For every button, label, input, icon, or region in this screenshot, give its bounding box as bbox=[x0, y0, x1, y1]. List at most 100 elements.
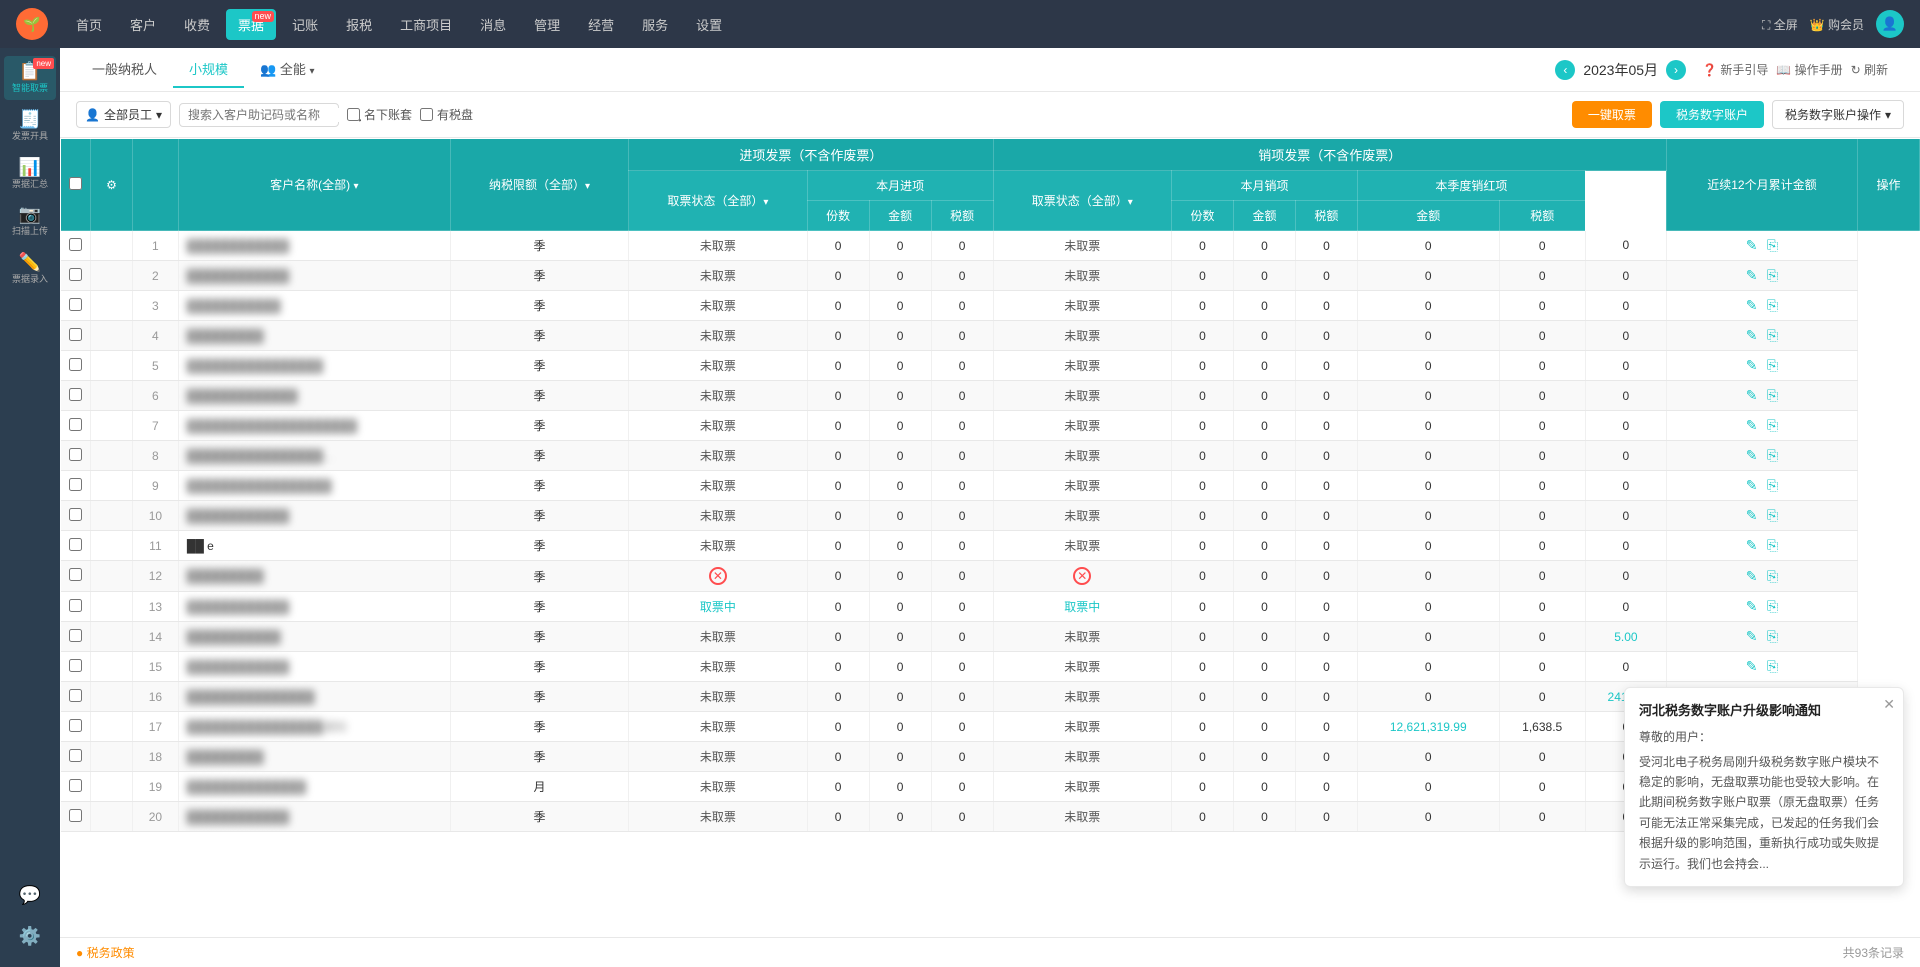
nav-item-tax[interactable]: 报税 bbox=[334, 9, 384, 40]
one-click-fetch-btn[interactable]: 一键取票 bbox=[1572, 101, 1652, 128]
copy-btn[interactable]: ⎘ bbox=[1764, 568, 1781, 584]
td-checkbox[interactable] bbox=[61, 291, 91, 321]
edit-btn[interactable]: ✎ bbox=[1743, 297, 1761, 313]
sidebar-item-invoice-entry[interactable]: ✏️ 票据录入 bbox=[4, 247, 56, 291]
td-checkbox[interactable] bbox=[61, 742, 91, 772]
row-checkbox[interactable] bbox=[69, 659, 82, 672]
edit-btn[interactable]: ✎ bbox=[1743, 598, 1761, 614]
td-checkbox[interactable] bbox=[61, 712, 91, 742]
copy-btn[interactable]: ⎘ bbox=[1764, 357, 1781, 373]
nav-item-operation[interactable]: 经营 bbox=[576, 9, 626, 40]
subaccount-checkbox[interactable] bbox=[347, 108, 360, 121]
row-checkbox[interactable] bbox=[69, 538, 82, 551]
edit-btn[interactable]: ✎ bbox=[1743, 507, 1761, 523]
copy-btn[interactable]: ⎘ bbox=[1764, 447, 1781, 463]
row-checkbox[interactable] bbox=[69, 388, 82, 401]
edit-btn[interactable]: ✎ bbox=[1743, 267, 1761, 283]
new-guide-btn[interactable]: ❓ 新手引导 bbox=[1702, 61, 1768, 78]
taxdisk-checkbox[interactable] bbox=[420, 108, 433, 121]
copy-btn[interactable]: ⎘ bbox=[1764, 417, 1781, 433]
edit-btn[interactable]: ✎ bbox=[1743, 417, 1761, 433]
sidebar-message-btn[interactable]: 💬 bbox=[4, 877, 56, 914]
edit-btn[interactable]: ✎ bbox=[1743, 327, 1761, 343]
td-checkbox[interactable] bbox=[61, 531, 91, 561]
row-checkbox[interactable] bbox=[69, 809, 82, 822]
edit-btn[interactable]: ✎ bbox=[1743, 628, 1761, 644]
row-checkbox[interactable] bbox=[69, 599, 82, 612]
row-checkbox[interactable] bbox=[69, 328, 82, 341]
td-checkbox[interactable] bbox=[61, 381, 91, 411]
td-checkbox[interactable] bbox=[61, 772, 91, 802]
row-checkbox[interactable] bbox=[69, 629, 82, 642]
sidebar-item-invoice-summary[interactable]: 📊 票据汇总 bbox=[4, 152, 56, 196]
nav-item-invoice[interactable]: 票据 new bbox=[226, 9, 276, 40]
row-checkbox[interactable] bbox=[69, 238, 82, 251]
sidebar-item-scan-upload[interactable]: 📷 扫描上传 bbox=[4, 199, 56, 243]
copy-btn[interactable]: ⎘ bbox=[1764, 658, 1781, 674]
td-checkbox[interactable] bbox=[61, 622, 91, 652]
row-checkbox[interactable] bbox=[69, 719, 82, 732]
td-checkbox[interactable] bbox=[61, 321, 91, 351]
nav-item-business[interactable]: 工商项目 bbox=[388, 9, 464, 40]
vip-btn[interactable]: 👑 购会员 bbox=[1810, 16, 1864, 33]
tab-all[interactable]: 👥 全能 ▾ bbox=[244, 51, 330, 88]
td-checkbox[interactable] bbox=[61, 802, 91, 832]
edit-btn[interactable]: ✎ bbox=[1743, 357, 1761, 373]
td-checkbox[interactable] bbox=[61, 652, 91, 682]
sidebar-settings-btn[interactable]: ⚙️ bbox=[4, 918, 56, 955]
td-checkbox[interactable] bbox=[61, 561, 91, 592]
copy-btn[interactable]: ⎘ bbox=[1764, 628, 1781, 644]
date-next-btn[interactable]: › bbox=[1666, 60, 1686, 80]
td-checkbox[interactable] bbox=[61, 592, 91, 622]
edit-btn[interactable]: ✎ bbox=[1743, 447, 1761, 463]
nav-item-settings[interactable]: 设置 bbox=[684, 9, 734, 40]
copy-btn[interactable]: ⎘ bbox=[1764, 267, 1781, 283]
row-checkbox[interactable] bbox=[69, 478, 82, 491]
td-checkbox[interactable] bbox=[61, 501, 91, 531]
tab-general-taxpayer[interactable]: 一般纳税人 bbox=[76, 51, 173, 88]
employee-filter[interactable]: 👤 全部员工 ▾ bbox=[76, 101, 171, 128]
nav-item-client[interactable]: 客户 bbox=[118, 9, 168, 40]
edit-btn[interactable]: ✎ bbox=[1743, 568, 1761, 584]
row-checkbox[interactable] bbox=[69, 358, 82, 371]
copy-btn[interactable]: ⎘ bbox=[1764, 507, 1781, 523]
row-checkbox[interactable] bbox=[69, 508, 82, 521]
td-checkbox[interactable] bbox=[61, 351, 91, 381]
row-checkbox[interactable] bbox=[69, 749, 82, 762]
row-checkbox[interactable] bbox=[69, 298, 82, 311]
user-avatar[interactable]: 👤 bbox=[1876, 10, 1904, 38]
filter-icon[interactable]: ▾ bbox=[353, 181, 358, 192]
search-box[interactable]: 🔍 bbox=[179, 103, 339, 127]
tax-digital-account-ops-btn[interactable]: 税务数字账户操作 ▾ bbox=[1772, 100, 1904, 129]
td-checkbox[interactable] bbox=[61, 441, 91, 471]
edit-btn[interactable]: ✎ bbox=[1743, 237, 1761, 253]
nav-item-message[interactable]: 消息 bbox=[468, 9, 518, 40]
copy-btn[interactable]: ⎘ bbox=[1764, 598, 1781, 614]
date-prev-btn[interactable]: ‹ bbox=[1555, 60, 1575, 80]
search-input[interactable] bbox=[188, 108, 343, 122]
fullscreen-btn[interactable]: ⛶ 全屏 bbox=[1762, 16, 1798, 33]
copy-btn[interactable]: ⎘ bbox=[1764, 477, 1781, 493]
nav-item-manage[interactable]: 管理 bbox=[522, 9, 572, 40]
row-checkbox[interactable] bbox=[69, 448, 82, 461]
copy-btn[interactable]: ⎘ bbox=[1764, 327, 1781, 343]
copy-btn[interactable]: ⎘ bbox=[1764, 237, 1781, 253]
edit-btn[interactable]: ✎ bbox=[1743, 537, 1761, 553]
copy-btn[interactable]: ⎘ bbox=[1764, 537, 1781, 553]
td-checkbox[interactable] bbox=[61, 411, 91, 441]
td-checkbox[interactable] bbox=[61, 471, 91, 501]
nav-item-service[interactable]: 服务 bbox=[630, 9, 680, 40]
td-checkbox[interactable] bbox=[61, 682, 91, 712]
filter-taxdisk[interactable]: 有税盘 bbox=[420, 106, 473, 123]
tax-digital-account-btn[interactable]: 税务数字账户 bbox=[1660, 101, 1764, 128]
refresh-btn[interactable]: ↻ 刷新 bbox=[1851, 61, 1888, 78]
filter-subaccount[interactable]: 名下账套 bbox=[347, 106, 412, 123]
nav-item-fee[interactable]: 收费 bbox=[172, 9, 222, 40]
copy-btn[interactable]: ⎘ bbox=[1764, 387, 1781, 403]
sidebar-item-open-invoice[interactable]: 🧾 发票开具 bbox=[4, 104, 56, 148]
td-checkbox[interactable] bbox=[61, 231, 91, 261]
td-checkbox[interactable] bbox=[61, 261, 91, 291]
row-checkbox[interactable] bbox=[69, 268, 82, 281]
edit-btn[interactable]: ✎ bbox=[1743, 387, 1761, 403]
edit-btn[interactable]: ✎ bbox=[1743, 477, 1761, 493]
